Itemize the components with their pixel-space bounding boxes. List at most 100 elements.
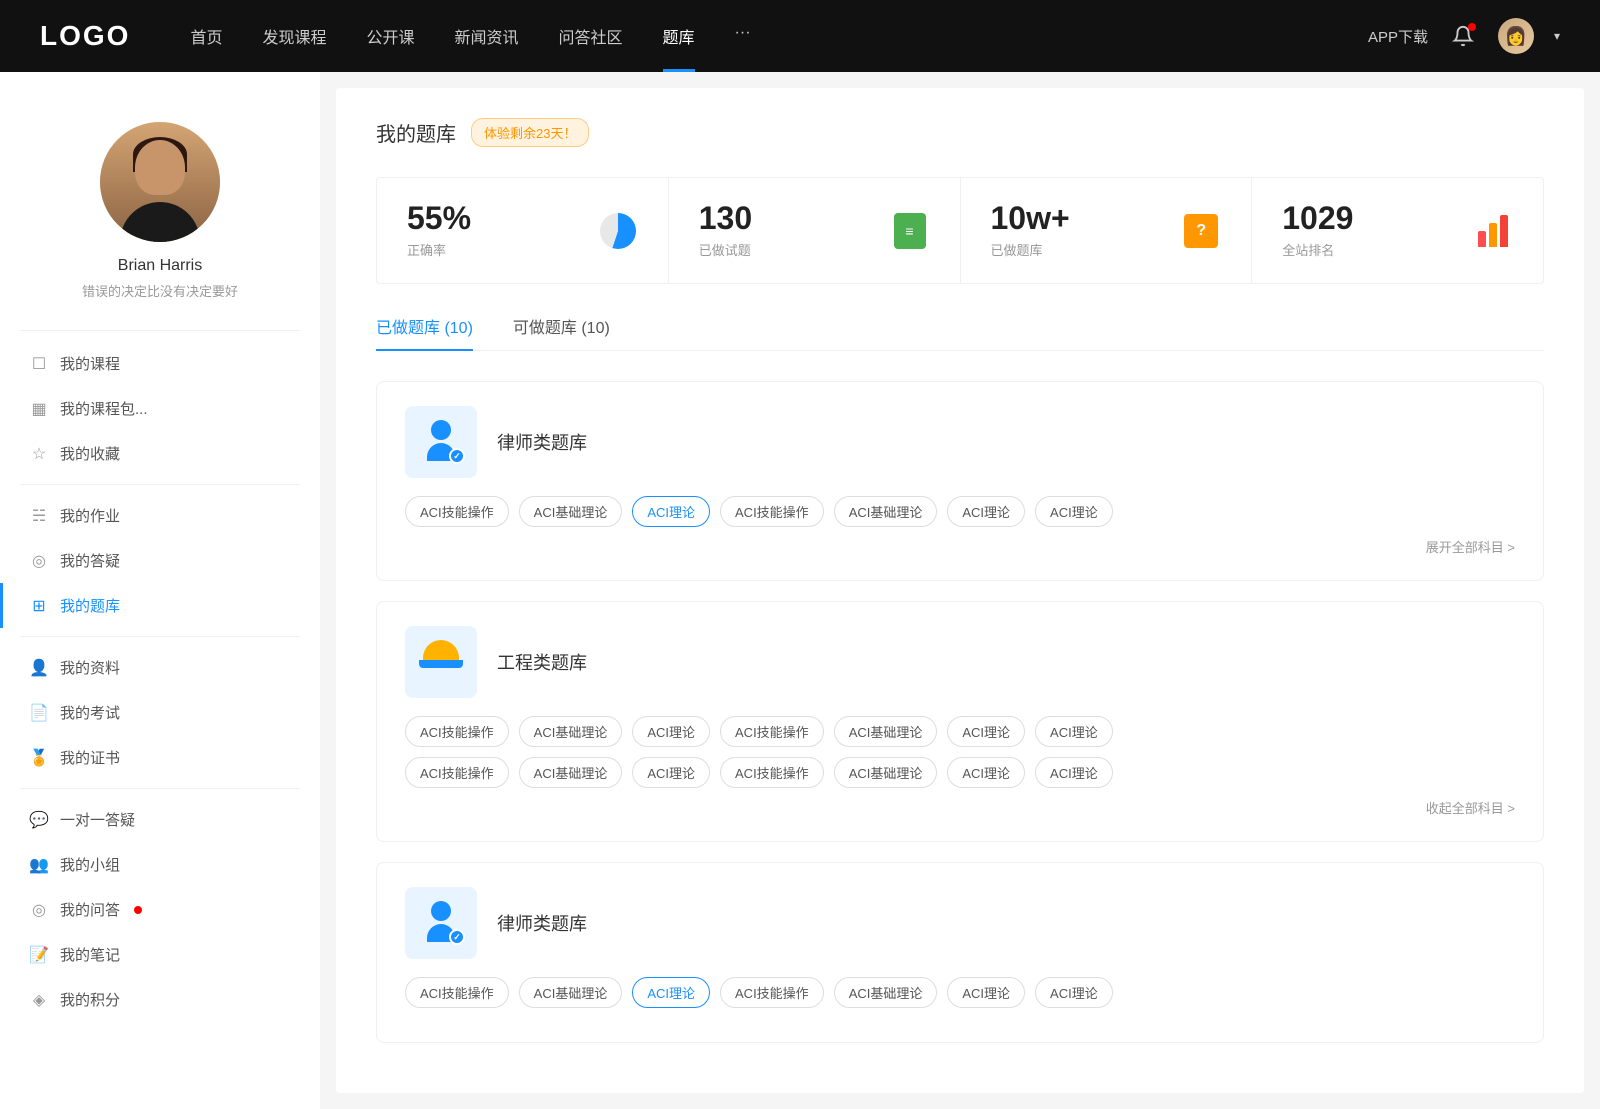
sidebar-label-one-on-one: 一对一答疑 [60,809,135,830]
navbar: LOGO 首页 发现课程 公开课 新闻资讯 问答社区 题库 ··· APP下载 … [0,0,1600,72]
nav-news[interactable]: 新闻资讯 [455,24,519,48]
person-icon: 👤 [30,659,48,677]
profile-name: Brian Harris [118,257,202,275]
app-download-button[interactable]: APP下载 [1368,26,1428,47]
avatar-head [135,140,185,195]
tag-eng-4[interactable]: ACI技能操作 [720,716,824,747]
sidebar-label-courses: 我的课程 [60,353,120,374]
tag-lawyer-3-active[interactable]: ACI理论 [632,496,710,527]
tag-eng-r2-3[interactable]: ACI理论 [632,757,710,788]
main-content: 我的题库 体验剩余23天！ 55% 正确率 130 已做试题 [336,88,1584,1093]
bank-section-lawyer-header: ✓ 律师类题库 [405,406,1515,478]
sidebar-item-notes[interactable]: 📝 我的笔记 [0,932,320,977]
tag-lawyer2-6[interactable]: ACI理论 [947,977,1025,1008]
tag-lawyer-5[interactable]: ACI基础理论 [834,496,938,527]
sidebar-item-one-on-one[interactable]: 💬 一对一答疑 [0,797,320,842]
nav-home[interactable]: 首页 [190,24,222,48]
tab-done-banks[interactable]: 已做题库 (10) [376,314,473,350]
tag-eng-r2-7[interactable]: ACI理论 [1035,757,1113,788]
chat-icon: 💬 [30,811,48,829]
sidebar-item-favorites[interactable]: ☆ 我的收藏 [0,431,320,476]
bank-section-lawyer2-header: ✓ 律师类题库 [405,887,1515,959]
tag-eng-r2-1[interactable]: ACI技能操作 [405,757,509,788]
tag-lawyer2-7[interactable]: ACI理论 [1035,977,1113,1008]
tag-eng-r2-2[interactable]: ACI基础理论 [519,757,623,788]
stat-ranking-label: 全站排名 [1282,240,1457,259]
sidebar-item-cert[interactable]: 🏅 我的证书 [0,735,320,780]
sidebar-divider-3 [20,788,300,789]
person-badge2: ✓ [449,929,465,945]
sidebar-item-exam[interactable]: 📄 我的考试 [0,690,320,735]
engineering-collapse-link[interactable]: 收起全部科目 > [405,798,1515,817]
bank-section-engineering-header: 工程类题库 [405,626,1515,698]
user-avatar[interactable]: 👩 [1498,18,1534,54]
tag-lawyer2-2[interactable]: ACI基础理论 [519,977,623,1008]
tag-lawyer-6[interactable]: ACI理论 [947,496,1025,527]
stat-done-questions-value: 130 [699,202,874,234]
tag-lawyer2-3-active[interactable]: ACI理论 [632,977,710,1008]
chart-icon: ▦ [30,400,48,418]
tag-lawyer2-4[interactable]: ACI技能操作 [720,977,824,1008]
tag-lawyer-4[interactable]: ACI技能操作 [720,496,824,527]
nav-bank[interactable]: 题库 [663,24,695,48]
tag-eng-r2-6[interactable]: ACI理论 [947,757,1025,788]
engineering-bank-title: 工程类题库 [497,649,587,675]
stat-accuracy-text: 55% 正确率 [407,202,582,259]
qa-icon: ◎ [30,901,48,919]
bank-section-engineering: 工程类题库 ACI技能操作 ACI基础理论 ACI理论 ACI技能操作 ACI基… [376,601,1544,842]
sidebar-item-qa[interactable]: ◎ 我的问答 [0,887,320,932]
star-icon: ☆ [30,445,48,463]
check-icon2: ✓ [453,932,461,943]
nav-logo[interactable]: LOGO [40,20,130,52]
sidebar-label-homework: 我的作业 [60,505,120,526]
tag-eng-6[interactable]: ACI理论 [947,716,1025,747]
stat-ranking-value: 1029 [1282,202,1457,234]
accuracy-pie-icon [598,211,638,251]
tag-eng-3[interactable]: ACI理论 [632,716,710,747]
nav-more[interactable]: ··· [735,24,751,48]
user-menu-chevron[interactable]: ▾ [1554,29,1560,43]
tag-eng-1[interactable]: ACI技能操作 [405,716,509,747]
grid-icon: ⊞ [30,597,48,615]
lawyer2-tags-row: ACI技能操作 ACI基础理论 ACI理论 ACI技能操作 ACI基础理论 AC… [405,977,1515,1008]
sidebar-item-courses[interactable]: ☐ 我的课程 [0,341,320,386]
tag-lawyer-7[interactable]: ACI理论 [1035,496,1113,527]
sidebar-item-answers[interactable]: ◎ 我的答疑 [0,538,320,583]
tab-available-banks[interactable]: 可做题库 (10) [513,314,610,350]
nav-discover[interactable]: 发现课程 [262,24,326,48]
note-icon: 📝 [30,946,48,964]
person-body: ✓ [427,443,455,461]
tag-lawyer-2[interactable]: ACI基础理论 [519,496,623,527]
tag-lawyer2-1[interactable]: ACI技能操作 [405,977,509,1008]
sidebar-item-bank[interactable]: ⊞ 我的题库 [0,583,320,628]
tag-eng-r2-4[interactable]: ACI技能操作 [720,757,824,788]
sidebar-item-profile[interactable]: 👤 我的资料 [0,645,320,690]
profile-avatar [100,122,220,242]
person-head2 [431,901,451,921]
sidebar-item-groups[interactable]: 👥 我的小组 [0,842,320,887]
tag-lawyer-1[interactable]: ACI技能操作 [405,496,509,527]
sidebar-item-homework[interactable]: ☵ 我的作业 [0,493,320,538]
question-icon-wrap: ? [1181,211,1221,251]
sidebar-item-points[interactable]: ◈ 我的积分 [0,977,320,1022]
helmet-brim [419,660,463,668]
tag-eng-2[interactable]: ACI基础理论 [519,716,623,747]
tag-eng-7[interactable]: ACI理论 [1035,716,1113,747]
notification-bell[interactable] [1448,21,1478,51]
tag-eng-5[interactable]: ACI基础理论 [834,716,938,747]
tag-lawyer2-5[interactable]: ACI基础理论 [834,977,938,1008]
avatar-visual [100,122,220,242]
lawyer-expand-link[interactable]: 展开全部科目 > [405,537,1515,556]
group-icon: 👥 [30,856,48,874]
stat-ranking-text: 1029 全站排名 [1282,202,1457,259]
sidebar-label-groups: 我的小组 [60,854,120,875]
sidebar-label-course-package: 我的课程包... [60,398,148,419]
stat-done-banks-value: 10w+ [991,202,1166,234]
sidebar-item-course-package[interactable]: ▦ 我的课程包... [0,386,320,431]
person-head [431,420,451,440]
tag-eng-r2-5[interactable]: ACI基础理论 [834,757,938,788]
pie-chart [600,213,636,249]
nav-public[interactable]: 公开课 [366,24,414,48]
nav-links: 首页 发现课程 公开课 新闻资讯 问答社区 题库 ··· [190,24,1368,48]
nav-qa[interactable]: 问答社区 [559,24,623,48]
